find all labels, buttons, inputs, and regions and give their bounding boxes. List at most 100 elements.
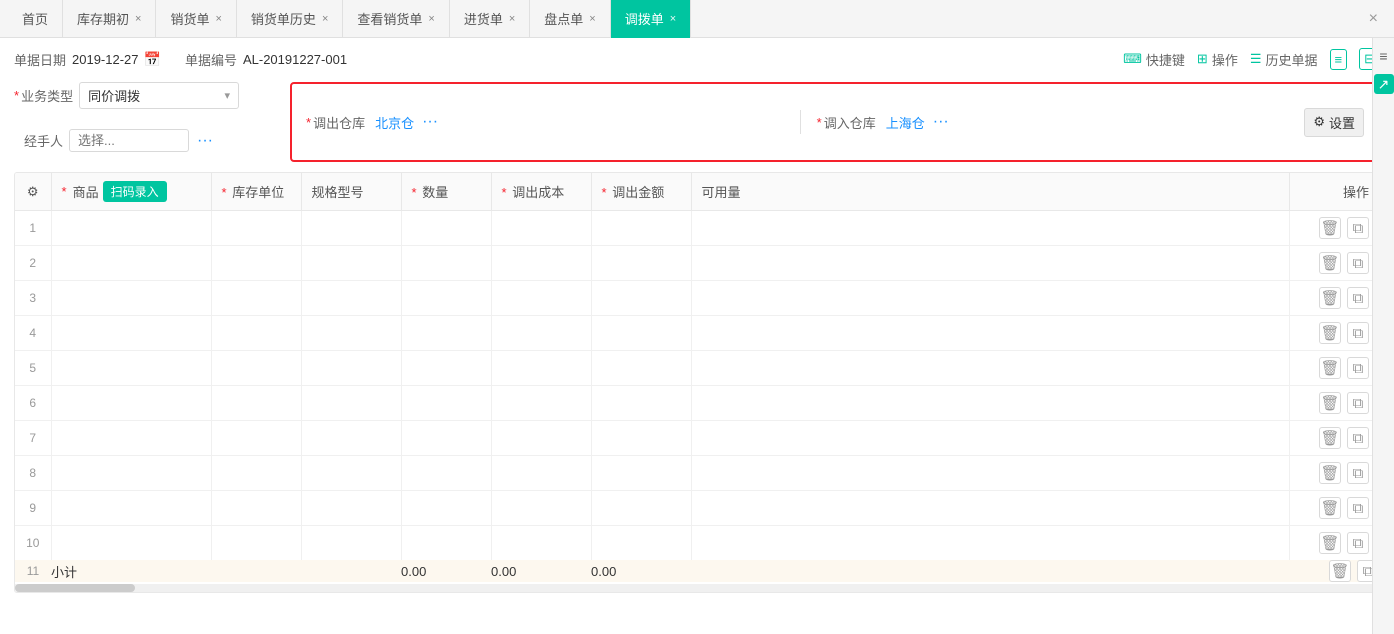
- scan-button[interactable]: 扫码录入: [103, 181, 167, 202]
- product-cell[interactable]: [51, 281, 211, 316]
- available-cell[interactable]: [691, 421, 1289, 456]
- amount-cell[interactable]: [591, 211, 691, 246]
- close-icon[interactable]: ×: [509, 13, 515, 25]
- amount-cell[interactable]: [591, 491, 691, 526]
- delete-icon[interactable]: 🗑: [1319, 532, 1341, 554]
- spec-cell[interactable]: [301, 386, 401, 421]
- available-cell[interactable]: [691, 281, 1289, 316]
- delete-icon[interactable]: 🗑: [1319, 427, 1341, 449]
- gear-column-header[interactable]: ⚙: [15, 173, 51, 211]
- copy-icon[interactable]: ⧉: [1347, 392, 1369, 414]
- spec-cell[interactable]: [301, 351, 401, 386]
- product-cell[interactable]: [51, 316, 211, 351]
- delete-icon[interactable]: 🗑: [1319, 462, 1341, 484]
- product-cell[interactable]: [51, 526, 211, 561]
- handler-input[interactable]: [69, 129, 189, 152]
- operation-button[interactable]: ⊞ 操作: [1197, 50, 1238, 69]
- tab-inventory-init[interactable]: 库存期初 ×: [63, 0, 156, 38]
- unit-cell[interactable]: [211, 351, 301, 386]
- close-icon[interactable]: ×: [670, 13, 676, 25]
- right-panel-list-button[interactable]: ≡: [1374, 46, 1394, 66]
- amount-cell[interactable]: [591, 246, 691, 281]
- amount-cell[interactable]: [591, 281, 691, 316]
- tab-sales-history[interactable]: 销货单历史 ×: [237, 0, 343, 38]
- quantity-cell[interactable]: [401, 316, 491, 351]
- cost-cell[interactable]: [491, 281, 591, 316]
- warehouse-out-more-button[interactable]: ···: [422, 113, 438, 131]
- delete-icon[interactable]: 🗑: [1329, 560, 1351, 582]
- cost-cell[interactable]: [491, 316, 591, 351]
- delete-icon[interactable]: 🗑: [1319, 217, 1341, 239]
- quantity-cell[interactable]: [401, 246, 491, 281]
- amount-cell[interactable]: [591, 456, 691, 491]
- tab-transfer[interactable]: 调拨单 ×: [611, 0, 691, 38]
- available-cell[interactable]: [691, 491, 1289, 526]
- spec-cell[interactable]: [301, 421, 401, 456]
- delete-icon[interactable]: 🗑: [1319, 252, 1341, 274]
- product-cell[interactable]: [51, 386, 211, 421]
- unit-cell[interactable]: [211, 526, 301, 561]
- available-cell[interactable]: [691, 246, 1289, 281]
- close-icon[interactable]: ×: [322, 13, 328, 25]
- product-cell[interactable]: [51, 246, 211, 281]
- product-cell[interactable]: [51, 491, 211, 526]
- available-cell[interactable]: [691, 316, 1289, 351]
- product-cell[interactable]: [51, 211, 211, 246]
- available-cell[interactable]: [691, 456, 1289, 491]
- quantity-cell[interactable]: [401, 421, 491, 456]
- unit-cell[interactable]: [211, 211, 301, 246]
- amount-cell[interactable]: [591, 316, 691, 351]
- delete-icon[interactable]: 🗑: [1319, 322, 1341, 344]
- tab-sales-order[interactable]: 销货单 ×: [156, 0, 236, 38]
- scrollbar-thumb[interactable]: [15, 584, 135, 592]
- spec-cell[interactable]: [301, 316, 401, 351]
- copy-icon[interactable]: ⧉: [1347, 497, 1369, 519]
- unit-cell[interactable]: [211, 281, 301, 316]
- quantity-cell[interactable]: [401, 386, 491, 421]
- cost-cell[interactable]: [491, 211, 591, 246]
- quantity-cell[interactable]: [401, 526, 491, 561]
- cost-cell[interactable]: [491, 386, 591, 421]
- amount-cell[interactable]: [591, 526, 691, 561]
- close-window-button[interactable]: ×: [1369, 10, 1378, 28]
- copy-icon[interactable]: ⧉: [1347, 462, 1369, 484]
- unit-cell[interactable]: [211, 316, 301, 351]
- spec-cell[interactable]: [301, 456, 401, 491]
- cost-cell[interactable]: [491, 491, 591, 526]
- close-icon[interactable]: ×: [215, 13, 221, 25]
- list-view-button[interactable]: ≡: [1330, 49, 1348, 70]
- unit-cell[interactable]: [211, 456, 301, 491]
- handler-more-button[interactable]: ···: [197, 132, 213, 150]
- spec-cell[interactable]: [301, 211, 401, 246]
- product-cell[interactable]: [51, 456, 211, 491]
- cost-cell[interactable]: [491, 246, 591, 281]
- cost-cell[interactable]: [491, 526, 591, 561]
- horizontal-scrollbar[interactable]: [15, 584, 1379, 592]
- copy-icon[interactable]: ⧉: [1347, 357, 1369, 379]
- calendar-icon[interactable]: 📅: [144, 51, 161, 68]
- product-cell[interactable]: [51, 421, 211, 456]
- unit-cell[interactable]: [211, 386, 301, 421]
- quantity-cell[interactable]: [401, 351, 491, 386]
- copy-icon[interactable]: ⧉: [1347, 322, 1369, 344]
- tab-purchase-order[interactable]: 进货单 ×: [450, 0, 530, 38]
- copy-icon[interactable]: ⧉: [1347, 287, 1369, 309]
- spec-cell[interactable]: [301, 281, 401, 316]
- unit-cell[interactable]: [211, 246, 301, 281]
- history-button[interactable]: ☰ 历史单据: [1250, 50, 1318, 69]
- available-cell[interactable]: [691, 526, 1289, 561]
- amount-cell[interactable]: [591, 421, 691, 456]
- delete-icon[interactable]: 🗑: [1319, 357, 1341, 379]
- tab-inventory-check[interactable]: 盘点单 ×: [530, 0, 610, 38]
- copy-icon[interactable]: ⧉: [1347, 252, 1369, 274]
- unit-cell[interactable]: [211, 491, 301, 526]
- close-icon[interactable]: ×: [589, 13, 595, 25]
- quantity-cell[interactable]: [401, 211, 491, 246]
- quantity-cell[interactable]: [401, 456, 491, 491]
- product-cell[interactable]: [51, 351, 211, 386]
- copy-icon[interactable]: ⧉: [1347, 532, 1369, 554]
- delete-icon[interactable]: 🗑: [1319, 287, 1341, 309]
- close-icon[interactable]: ×: [135, 13, 141, 25]
- right-panel-export-button[interactable]: ↗: [1374, 74, 1394, 94]
- available-cell[interactable]: [691, 386, 1289, 421]
